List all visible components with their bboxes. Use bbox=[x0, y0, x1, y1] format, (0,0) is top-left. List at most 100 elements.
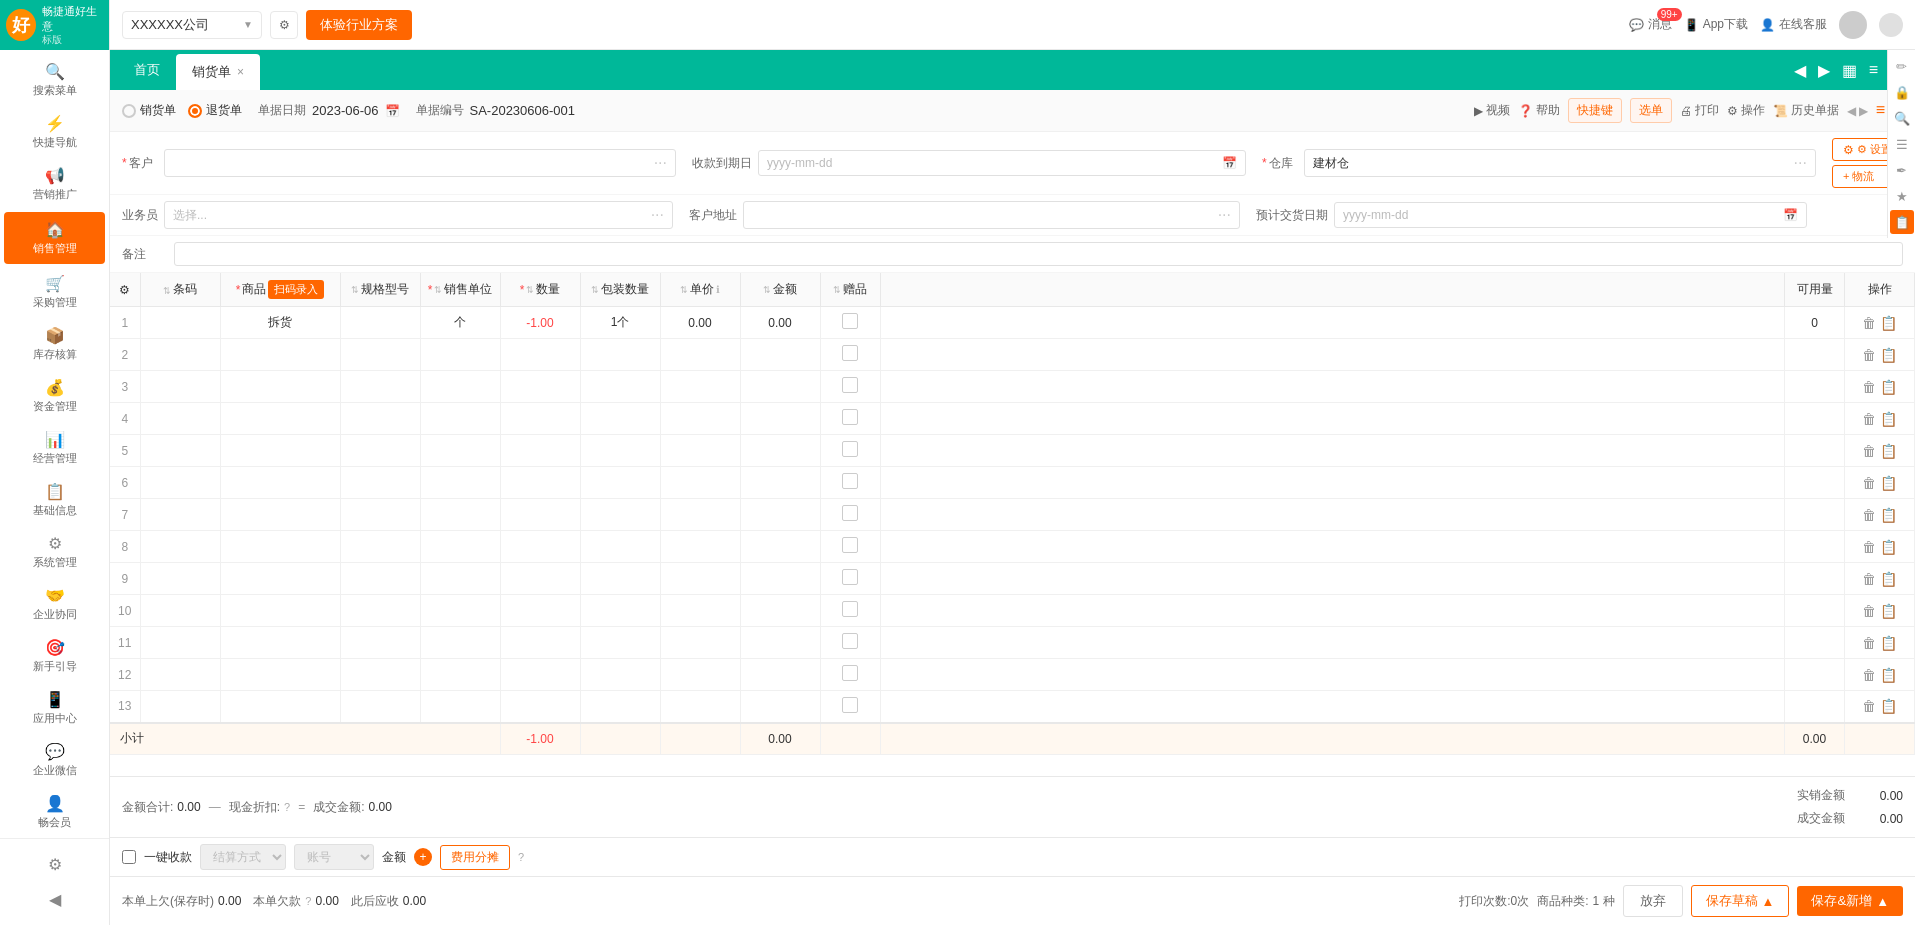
row-gift[interactable] bbox=[820, 339, 880, 371]
side-lock-btn[interactable]: 🔒 bbox=[1890, 80, 1914, 104]
calc-method-select[interactable]: 结算方式 bbox=[200, 844, 286, 870]
row-unit-price[interactable] bbox=[660, 435, 740, 467]
gift-checkbox[interactable] bbox=[842, 377, 858, 393]
row-amount[interactable] bbox=[740, 339, 820, 371]
row-pack-qty[interactable] bbox=[580, 435, 660, 467]
row-spec[interactable] bbox=[340, 307, 420, 339]
sidebar-item-quick-nav[interactable]: ⚡ 快捷导航 bbox=[0, 106, 109, 158]
delete-icon[interactable]: 🗑 bbox=[1862, 698, 1876, 714]
row-pack-qty[interactable] bbox=[580, 659, 660, 691]
row-gift[interactable] bbox=[820, 563, 880, 595]
sidebar-collapse-btn[interactable]: ◀ bbox=[0, 882, 109, 917]
row-gift[interactable] bbox=[820, 467, 880, 499]
tab-grid-btn[interactable]: ▦ bbox=[1838, 59, 1861, 82]
row-product[interactable] bbox=[220, 403, 340, 435]
row-unit[interactable] bbox=[420, 435, 500, 467]
row-product[interactable] bbox=[220, 371, 340, 403]
copy-icon[interactable]: 📋 bbox=[1880, 475, 1897, 491]
copy-icon[interactable]: 📋 bbox=[1880, 635, 1897, 651]
gift-checkbox[interactable] bbox=[842, 697, 858, 713]
action-select[interactable]: 选单 bbox=[1630, 98, 1672, 123]
row-amount[interactable] bbox=[740, 435, 820, 467]
delete-icon[interactable]: 🗑 bbox=[1862, 571, 1876, 587]
gift-checkbox[interactable] bbox=[842, 313, 858, 329]
row-amount[interactable]: 0.00 bbox=[740, 307, 820, 339]
row-barcode[interactable] bbox=[140, 467, 220, 499]
delete-icon[interactable]: 🗑 bbox=[1862, 667, 1876, 683]
row-unit-price[interactable] bbox=[660, 563, 740, 595]
row-amount[interactable] bbox=[740, 467, 820, 499]
row-pack-qty[interactable]: 1个 bbox=[580, 307, 660, 339]
gift-checkbox[interactable] bbox=[842, 537, 858, 553]
row-gift[interactable] bbox=[820, 307, 880, 339]
row-unit[interactable] bbox=[420, 467, 500, 499]
row-spec[interactable] bbox=[340, 627, 420, 659]
sidebar-item-system[interactable]: ⚙ 系统管理 bbox=[0, 526, 109, 578]
row-unit-price[interactable] bbox=[660, 499, 740, 531]
side-search-btn[interactable]: 🔍 bbox=[1890, 106, 1914, 130]
row-spec[interactable] bbox=[340, 403, 420, 435]
action-help[interactable]: ❓ 帮助 bbox=[1518, 102, 1560, 119]
gift-checkbox[interactable] bbox=[842, 441, 858, 457]
one-click-payment-checkbox[interactable] bbox=[122, 850, 136, 864]
side-list-btn[interactable]: ☰ bbox=[1890, 132, 1914, 156]
tab-close-btn[interactable]: × bbox=[237, 65, 244, 79]
copy-icon[interactable]: 📋 bbox=[1880, 539, 1897, 555]
row-barcode[interactable] bbox=[140, 499, 220, 531]
row-pack-qty[interactable] bbox=[580, 691, 660, 723]
expense-split-btn[interactable]: 费用分摊 bbox=[440, 845, 510, 870]
row-gift[interactable] bbox=[820, 499, 880, 531]
row-unit[interactable] bbox=[420, 499, 500, 531]
delete-icon[interactable]: 🗑 bbox=[1862, 411, 1876, 427]
row-barcode[interactable] bbox=[140, 435, 220, 467]
due-date-input[interactable]: yyyy-mm-dd 📅 bbox=[758, 150, 1246, 176]
row-quantity[interactable] bbox=[500, 563, 580, 595]
gift-checkbox[interactable] bbox=[842, 633, 858, 649]
online-support-btn[interactable]: 👤 在线客服 bbox=[1760, 16, 1827, 33]
sidebar-item-apps[interactable]: 📱 应用中心 bbox=[0, 682, 109, 734]
row-barcode[interactable] bbox=[140, 691, 220, 723]
row-unit-price[interactable] bbox=[660, 595, 740, 627]
row-unit-price[interactable] bbox=[660, 339, 740, 371]
row-amount[interactable] bbox=[740, 659, 820, 691]
row-product[interactable] bbox=[220, 499, 340, 531]
row-amount[interactable] bbox=[740, 531, 820, 563]
delete-icon[interactable]: 🗑 bbox=[1862, 507, 1876, 523]
app-download-btn[interactable]: 📱 App下载 bbox=[1684, 16, 1748, 33]
row-barcode[interactable] bbox=[140, 339, 220, 371]
company-settings-btn[interactable]: ⚙ bbox=[270, 11, 298, 39]
calendar-icon[interactable]: 📅 bbox=[385, 104, 400, 118]
expected-date-input[interactable]: yyyy-mm-dd 📅 bbox=[1334, 202, 1807, 228]
copy-icon[interactable]: 📋 bbox=[1880, 571, 1897, 587]
row-unit-price[interactable] bbox=[660, 467, 740, 499]
gift-checkbox[interactable] bbox=[842, 505, 858, 521]
row-pack-qty[interactable] bbox=[580, 563, 660, 595]
row-product[interactable]: 拆货 bbox=[220, 307, 340, 339]
row-pack-qty[interactable] bbox=[580, 531, 660, 563]
add-payment-btn[interactable]: + bbox=[414, 848, 432, 866]
action-video[interactable]: ▶ 视频 bbox=[1474, 102, 1510, 119]
row-unit[interactable] bbox=[420, 627, 500, 659]
row-amount[interactable] bbox=[740, 563, 820, 595]
tab-prev-btn[interactable]: ◀ bbox=[1790, 59, 1810, 82]
salesperson-input[interactable]: 选择... ··· bbox=[164, 201, 673, 229]
tab-next-btn[interactable]: ▶ bbox=[1814, 59, 1834, 82]
row-unit[interactable]: 个 bbox=[420, 307, 500, 339]
row-unit-price[interactable] bbox=[660, 531, 740, 563]
gift-checkbox[interactable] bbox=[842, 409, 858, 425]
row-product[interactable] bbox=[220, 531, 340, 563]
row-unit[interactable] bbox=[420, 371, 500, 403]
row-unit-price[interactable] bbox=[660, 403, 740, 435]
row-unit-price[interactable] bbox=[660, 691, 740, 723]
sidebar-settings-btn[interactable]: ⚙ bbox=[0, 847, 109, 882]
delete-icon[interactable]: 🗑 bbox=[1862, 603, 1876, 619]
row-unit-price[interactable]: 0.00 bbox=[660, 307, 740, 339]
row-spec[interactable] bbox=[340, 563, 420, 595]
copy-icon[interactable]: 📋 bbox=[1880, 507, 1897, 523]
row-quantity[interactable] bbox=[500, 595, 580, 627]
gift-checkbox[interactable] bbox=[842, 665, 858, 681]
row-barcode[interactable] bbox=[140, 627, 220, 659]
row-amount[interactable] bbox=[740, 595, 820, 627]
row-pack-qty[interactable] bbox=[580, 339, 660, 371]
row-pack-qty[interactable] bbox=[580, 371, 660, 403]
